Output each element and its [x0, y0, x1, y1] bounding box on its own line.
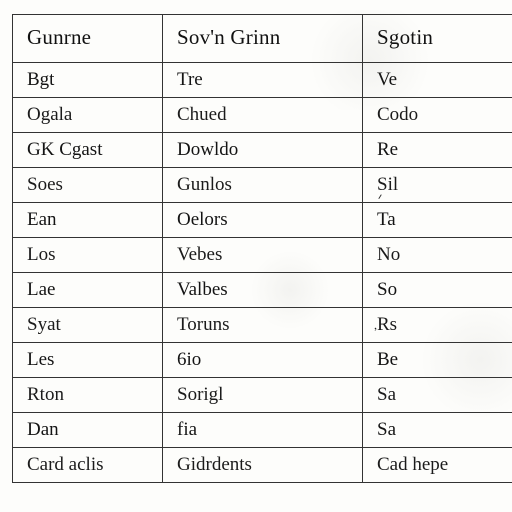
cell: Re — [363, 133, 512, 168]
cell: Ean — [13, 203, 163, 238]
cell: Card aclis — [13, 448, 163, 483]
table-row: Rton Sorigl Sa — [13, 378, 512, 413]
cell: Valbes — [163, 273, 363, 308]
cell: Syat — [13, 308, 163, 343]
cell: Ve — [363, 63, 512, 98]
cell: fia — [163, 413, 363, 448]
table-header-row: Gunrne Sov'n Grinn Sgotin — [13, 15, 512, 63]
word-table: Gunrne Sov'n Grinn Sgotin Bgt Tre Ve Oga… — [12, 14, 512, 483]
cell: Lae — [13, 273, 163, 308]
cell: 6io — [163, 343, 363, 378]
cell: Dowldo — [163, 133, 363, 168]
cell: Codo — [363, 98, 512, 133]
table-row: GK Cgast Dowldo Re — [13, 133, 512, 168]
cell: Oelors — [163, 203, 363, 238]
cell: Tre — [163, 63, 363, 98]
table-row: Soes Gunlos Sil — [13, 168, 512, 203]
table-row: Lae Valbes So — [13, 273, 512, 308]
cell: GK Cgast — [13, 133, 163, 168]
table-row: Los Vebes No — [13, 238, 512, 273]
cell: Vebes — [163, 238, 363, 273]
table-row: Les 6io Be — [13, 343, 512, 378]
col-header-1: Gunrne — [13, 15, 163, 63]
table-row: Ean Oelors Ta — [13, 203, 512, 238]
cell: So — [363, 273, 512, 308]
cell: Be — [363, 343, 512, 378]
cell: Sa — [363, 378, 512, 413]
col-header-2: Sov'n Grinn — [163, 15, 363, 63]
cell: Rs — [363, 308, 512, 343]
cell: Chued — [163, 98, 363, 133]
document-page: ᐟ ‚ Gunrne Sov'n Grinn Sgotin Bgt Tre Ve… — [0, 0, 512, 512]
cell: Sorigl — [163, 378, 363, 413]
cell: Ta — [363, 203, 512, 238]
table-row: Dan fia Sa — [13, 413, 512, 448]
cell: Gunlos — [163, 168, 363, 203]
cell: Ogala — [13, 98, 163, 133]
cell: Les — [13, 343, 163, 378]
cell: Cad hepe — [363, 448, 512, 483]
col-header-3: Sgotin — [363, 15, 512, 63]
cell: Sil — [363, 168, 512, 203]
cell: Bgt — [13, 63, 163, 98]
table-row: Syat Toruns Rs — [13, 308, 512, 343]
table-row: Card aclis Gidrdents Cad hepe — [13, 448, 512, 483]
cell: Toruns — [163, 308, 363, 343]
cell: Rton — [13, 378, 163, 413]
cell: Soes — [13, 168, 163, 203]
cell: No — [363, 238, 512, 273]
cell: Los — [13, 238, 163, 273]
cell: Gidrdents — [163, 448, 363, 483]
cell: Sa — [363, 413, 512, 448]
table-row: Ogala Chued Codo — [13, 98, 512, 133]
cell: Dan — [13, 413, 163, 448]
table-body: Bgt Tre Ve Ogala Chued Codo GK Cgast Dow… — [13, 63, 512, 483]
table-row: Bgt Tre Ve — [13, 63, 512, 98]
